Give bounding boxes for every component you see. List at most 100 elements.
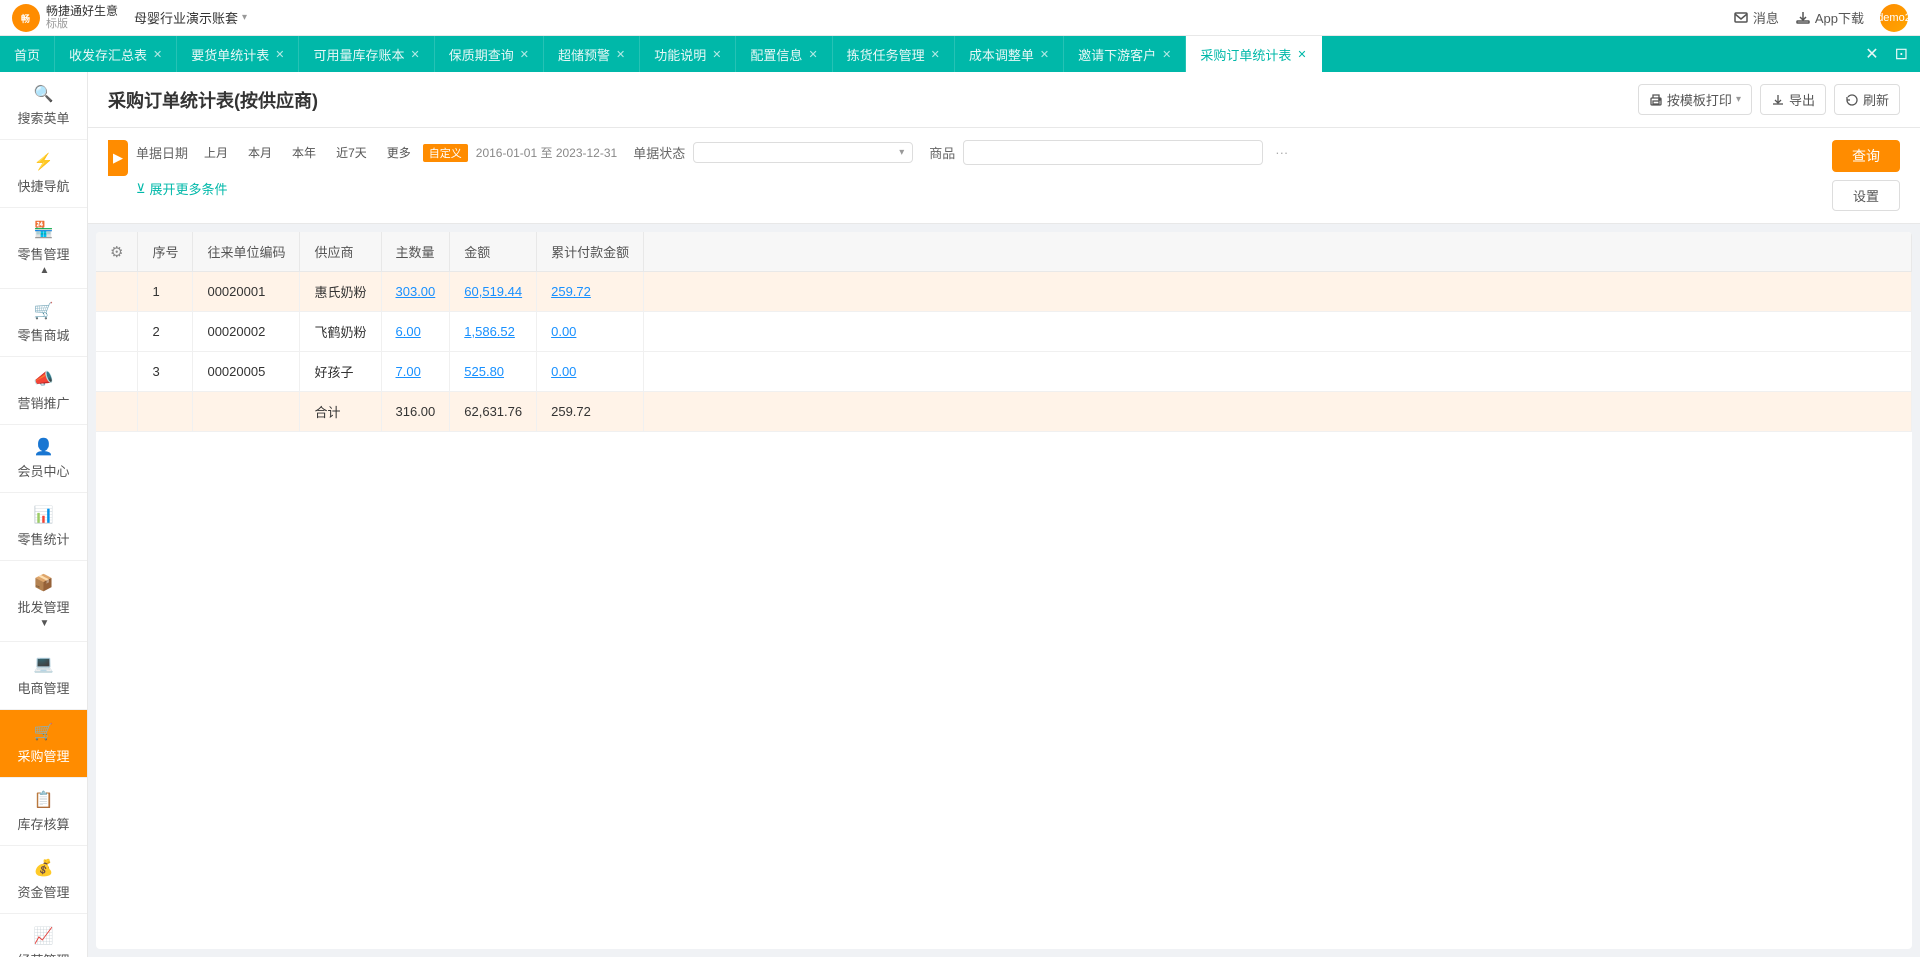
- tab-maximize-button[interactable]: ⊡: [1891, 40, 1912, 68]
- date-shortcut-this-month[interactable]: 本月: [240, 142, 280, 163]
- status-select[interactable]: ▾: [693, 142, 913, 163]
- goods-filter-label: 商品: [929, 143, 955, 162]
- paid-amount-link[interactable]: 0.00: [551, 364, 576, 379]
- table-header-row: ⚙ 序号 往来单位编码 供应商 主数量 金额 累计付款金额: [96, 232, 1912, 272]
- date-filter-label: 单据日期: [136, 143, 188, 162]
- top-bar-right: 消息 App下载 demo2: [1733, 4, 1908, 32]
- amount-link[interactable]: 60,519.44: [464, 284, 522, 299]
- amount-link[interactable]: 1,586.52: [464, 324, 515, 339]
- tab-close-icon[interactable]: ✕: [712, 48, 721, 61]
- date-shortcut-7days[interactable]: 近7天: [328, 142, 375, 163]
- date-range-display: 2016-01-01 至 2023-12-31: [476, 144, 617, 161]
- sidebar-item-member-center[interactable]: 👤 会员中心: [0, 425, 87, 493]
- paid-amount-link[interactable]: 0.00: [551, 324, 576, 339]
- tab-function-desc[interactable]: 功能说明 ✕: [640, 36, 736, 72]
- refresh-button[interactable]: 刷新: [1834, 84, 1900, 115]
- tab-close-window-button[interactable]: ✕: [1861, 40, 1882, 68]
- sidebar-item-marketing[interactable]: 📣 营销推广: [0, 357, 87, 425]
- date-shortcuts: 上月 本月 本年 近7天 更多 自定义: [196, 142, 468, 163]
- tab-close-icon[interactable]: ✕: [808, 48, 817, 61]
- tab-pick-task[interactable]: 拣货任务管理 ✕: [833, 36, 955, 72]
- purchase-icon: 🛒: [34, 722, 54, 742]
- tab-purchase-summary[interactable]: 采购订单统计表 ✕: [1186, 36, 1321, 72]
- quantity-link[interactable]: 6.00: [396, 324, 421, 339]
- filter-collapse-button[interactable]: ▶: [108, 140, 128, 176]
- quantity-link[interactable]: 7.00: [396, 364, 421, 379]
- workspace-dropdown-arrow: ▾: [242, 12, 247, 23]
- row-no-cell: 1: [138, 272, 193, 312]
- page-header: 采购订单统计表(按供应商) 按模板打印 ▾ 导出 刷新: [88, 72, 1920, 128]
- ecommerce-icon: 💻: [34, 654, 54, 674]
- date-custom-badge[interactable]: 自定义: [423, 144, 468, 162]
- status-select-arrow: ▾: [899, 147, 904, 158]
- date-shortcut-more[interactable]: 更多: [379, 142, 419, 163]
- business-icon: 📈: [34, 926, 54, 946]
- row-paid-amount-cell: 0.00: [537, 352, 644, 392]
- expand-arrow-icon: ▲: [40, 265, 50, 276]
- tab-close-icon[interactable]: ✕: [1297, 48, 1306, 61]
- tab-invite-downstream[interactable]: 邀请下游客户 ✕: [1064, 36, 1186, 72]
- nav-tabs: 首页 收发存汇总表 ✕ 要货单统计表 ✕ 可用量库存账本 ✕ 保质期查询 ✕ 超…: [0, 36, 1920, 72]
- tab-close-icon[interactable]: ✕: [931, 48, 940, 61]
- sidebar-item-inventory-check[interactable]: 📋 库存核算: [0, 778, 87, 846]
- goods-input[interactable]: [963, 140, 1263, 165]
- tab-expiry-query[interactable]: 保质期查询 ✕: [435, 36, 544, 72]
- tab-overstock-warning[interactable]: 超储预警 ✕: [544, 36, 640, 72]
- sidebar-item-retail-store[interactable]: 🛒 零售商城: [0, 289, 87, 357]
- message-button[interactable]: 消息: [1733, 8, 1779, 27]
- tab-close-icon[interactable]: ✕: [275, 48, 284, 61]
- date-shortcut-last-month[interactable]: 上月: [196, 142, 236, 163]
- col-settings[interactable]: ⚙: [96, 232, 138, 272]
- tab-close-icon[interactable]: ✕: [616, 48, 625, 61]
- row-amount-cell: 525.80: [450, 352, 537, 392]
- tab-cost-adjust[interactable]: 成本调整单 ✕: [955, 36, 1064, 72]
- tab-close-icon[interactable]: ✕: [1162, 48, 1171, 61]
- sidebar-item-retail-mgmt[interactable]: 🏪 零售管理 ▲: [0, 208, 87, 289]
- export-button[interactable]: 导出: [1760, 84, 1826, 115]
- settings-gear-icon[interactable]: ⚙: [110, 244, 123, 261]
- sidebar-item-wholesale-mgmt[interactable]: 📦 批发管理 ▼: [0, 561, 87, 642]
- date-shortcut-this-year[interactable]: 本年: [284, 142, 324, 163]
- print-button[interactable]: 按模板打印 ▾: [1638, 84, 1752, 115]
- logo-text: 畅捷通好生意 标版: [46, 4, 118, 32]
- sidebar-item-capital-mgmt[interactable]: 💰 资金管理: [0, 846, 87, 914]
- tab-close-icon[interactable]: ✕: [520, 48, 529, 61]
- content-area: 采购订单统计表(按供应商) 按模板打印 ▾ 导出 刷新: [88, 72, 1920, 957]
- sidebar-item-business-mgmt[interactable]: 📈 经营管理: [0, 914, 87, 957]
- tab-close-icon[interactable]: ✕: [411, 48, 420, 61]
- col-amount: 金额: [450, 232, 537, 272]
- setting-button[interactable]: 设置: [1832, 180, 1900, 211]
- quantity-link[interactable]: 303.00: [396, 284, 436, 299]
- tab-usable-inventory[interactable]: 可用量库存账本 ✕: [299, 36, 434, 72]
- cart-icon: 🛒: [34, 301, 54, 321]
- tab-close-icon[interactable]: ✕: [153, 48, 162, 61]
- row-quantity-cell: 303.00: [381, 272, 450, 312]
- sidebar-item-retail-stats[interactable]: 📊 零售统计: [0, 493, 87, 561]
- tab-config-info[interactable]: 配置信息 ✕: [736, 36, 832, 72]
- row-settings-cell: [96, 312, 138, 352]
- col-extra: [644, 232, 1912, 272]
- table-row: 3 00020005 好孩子 7.00 525.80 0.00: [96, 352, 1912, 392]
- print-icon: [1649, 93, 1663, 107]
- tab-receive-summary[interactable]: 收发存汇总表 ✕: [55, 36, 177, 72]
- goods-input-more[interactable]: ···: [1271, 145, 1292, 160]
- expand-arrow-icon: ▼: [40, 618, 50, 629]
- app-download-button[interactable]: App下载: [1795, 8, 1864, 27]
- sidebar-item-search[interactable]: 🔍 搜索英单: [0, 72, 87, 140]
- message-icon: [1733, 10, 1749, 26]
- sidebar-item-purchase-mgmt[interactable]: 🛒 采购管理: [0, 710, 87, 778]
- expand-filter-button[interactable]: ⊻ 展开更多条件: [136, 179, 228, 198]
- paid-amount-link[interactable]: 259.72: [551, 284, 591, 299]
- tab-home[interactable]: 首页: [0, 36, 55, 72]
- tab-goods-summary[interactable]: 要货单统计表 ✕: [177, 36, 299, 72]
- store-icon: 🏪: [34, 220, 54, 240]
- sidebar-item-ecommerce-mgmt[interactable]: 💻 电商管理: [0, 642, 87, 710]
- user-avatar[interactable]: demo2: [1880, 4, 1908, 32]
- query-button[interactable]: 查询: [1832, 140, 1900, 172]
- amount-link[interactable]: 525.80: [464, 364, 504, 379]
- sidebar-item-quick-nav[interactable]: ⚡ 快捷导航: [0, 140, 87, 208]
- logo-area: 畅 畅捷通好生意 标版: [12, 4, 118, 32]
- tab-close-icon[interactable]: ✕: [1040, 48, 1049, 61]
- workspace-selector[interactable]: 母婴行业演示账套 ▾: [126, 4, 255, 31]
- table-area: ⚙ 序号 往来单位编码 供应商 主数量 金额 累计付款金额 1: [96, 232, 1912, 949]
